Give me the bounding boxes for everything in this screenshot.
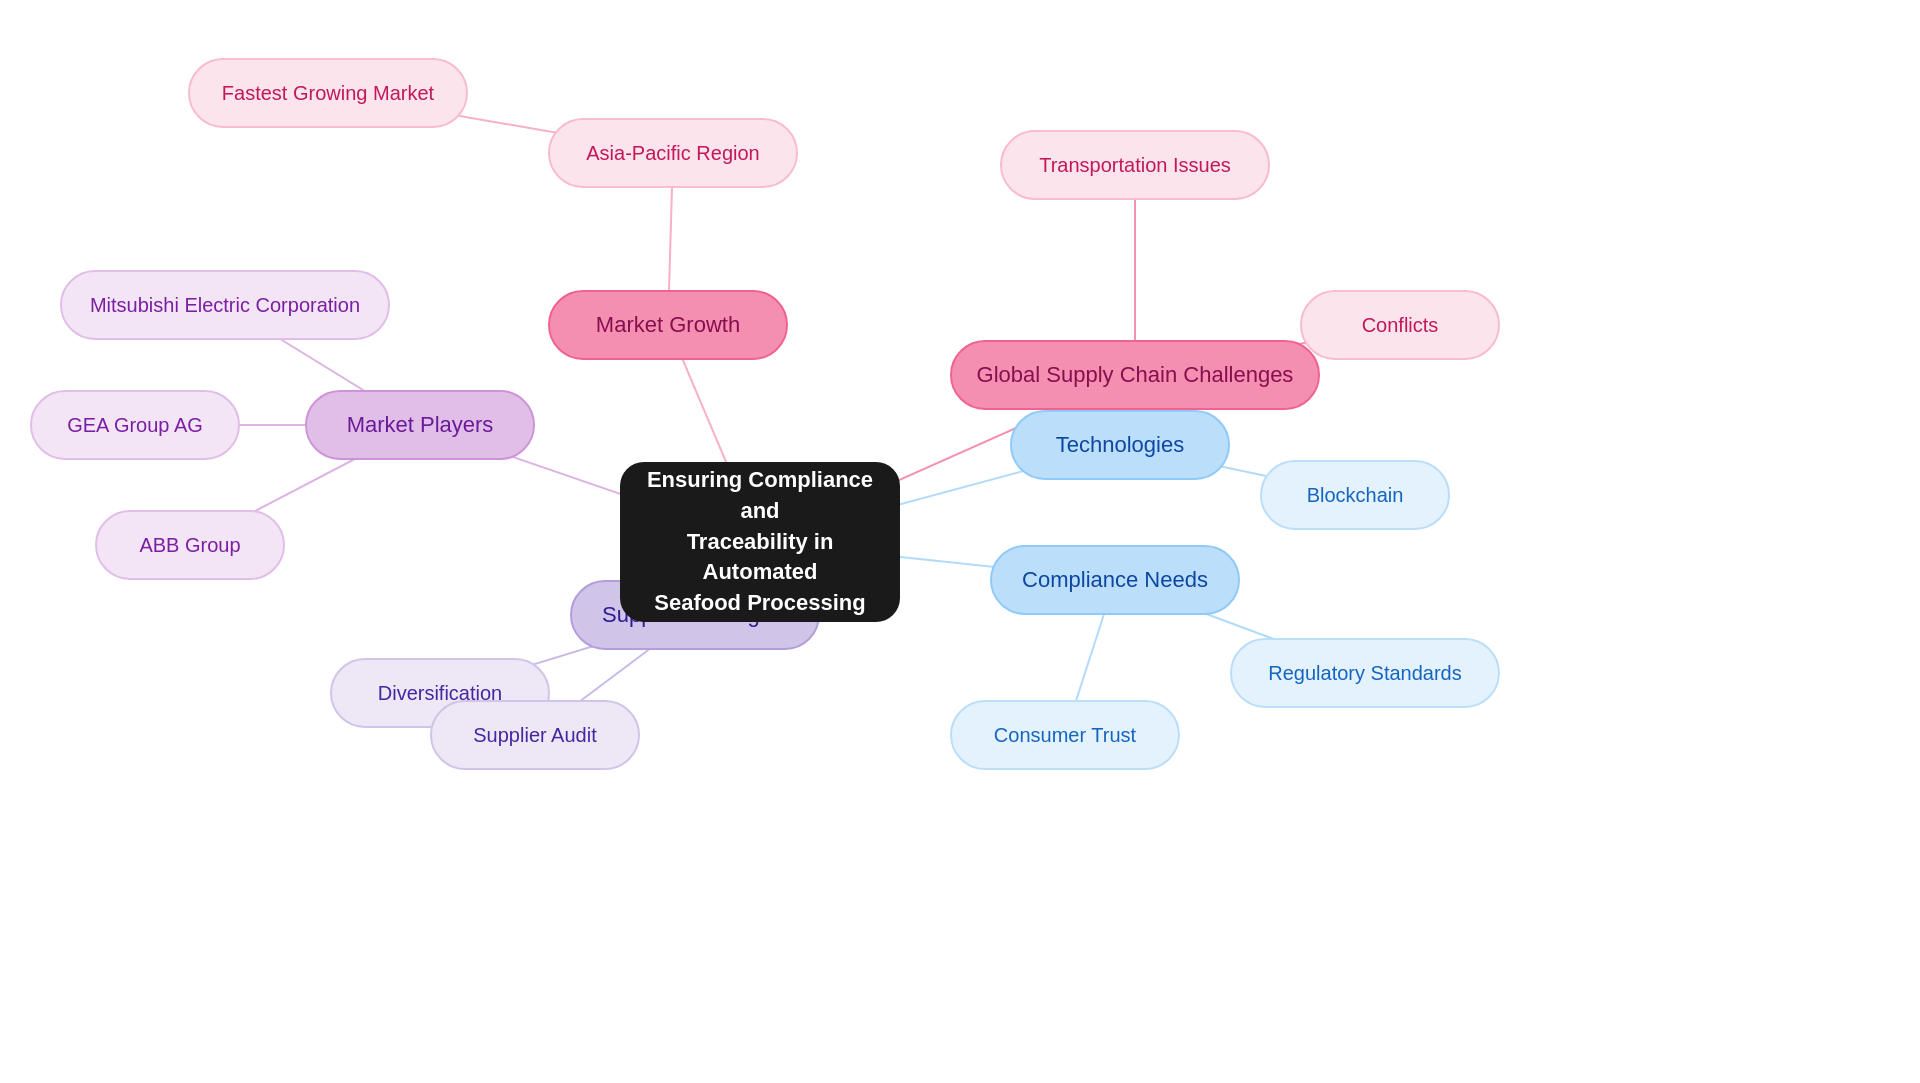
mitsubishi-node: Mitsubishi Electric Corporation	[60, 270, 390, 340]
market-players-node: Market Players	[305, 390, 535, 460]
transportation-label: Transportation Issues	[1039, 154, 1231, 177]
mitsubishi-label: Mitsubishi Electric Corporation	[90, 294, 360, 317]
fastest-growing-node: Fastest Growing Market	[188, 58, 468, 128]
supplier-audit-label: Supplier Audit	[473, 724, 596, 747]
compliance-needs-node: Compliance Needs	[990, 545, 1240, 615]
supplier-audit-node: Supplier Audit	[430, 700, 640, 770]
gea-node: GEA Group AG	[30, 390, 240, 460]
conflicts-label: Conflicts	[1362, 314, 1439, 337]
asia-pacific-label: Asia-Pacific Region	[586, 142, 759, 165]
market-growth-label: Market Growth	[596, 312, 740, 338]
asia-pacific-node: Asia-Pacific Region	[548, 118, 798, 188]
abb-label: ABB Group	[139, 534, 240, 557]
conflicts-node: Conflicts	[1300, 290, 1500, 360]
gea-label: GEA Group AG	[67, 414, 203, 437]
technologies-label: Technologies	[1056, 432, 1184, 458]
market-players-label: Market Players	[347, 412, 494, 438]
transportation-node: Transportation Issues	[1000, 130, 1270, 200]
center-node: Ensuring Compliance andTraceability in A…	[620, 462, 900, 622]
center-label: Ensuring Compliance andTraceability in A…	[644, 465, 876, 619]
blockchain-label: Blockchain	[1307, 484, 1404, 507]
blockchain-node: Blockchain	[1260, 460, 1450, 530]
supply-chain-node: Global Supply Chain Challenges	[950, 340, 1320, 410]
regulatory-standards-node: Regulatory Standards	[1230, 638, 1500, 708]
abb-node: ABB Group	[95, 510, 285, 580]
consumer-trust-label: Consumer Trust	[994, 724, 1136, 747]
compliance-needs-label: Compliance Needs	[1022, 567, 1208, 593]
market-growth-node: Market Growth	[548, 290, 788, 360]
regulatory-standards-label: Regulatory Standards	[1268, 662, 1461, 685]
consumer-trust-node: Consumer Trust	[950, 700, 1180, 770]
technologies-node: Technologies	[1010, 410, 1230, 480]
supply-chain-label: Global Supply Chain Challenges	[977, 362, 1294, 388]
fastest-growing-label: Fastest Growing Market	[222, 82, 434, 105]
